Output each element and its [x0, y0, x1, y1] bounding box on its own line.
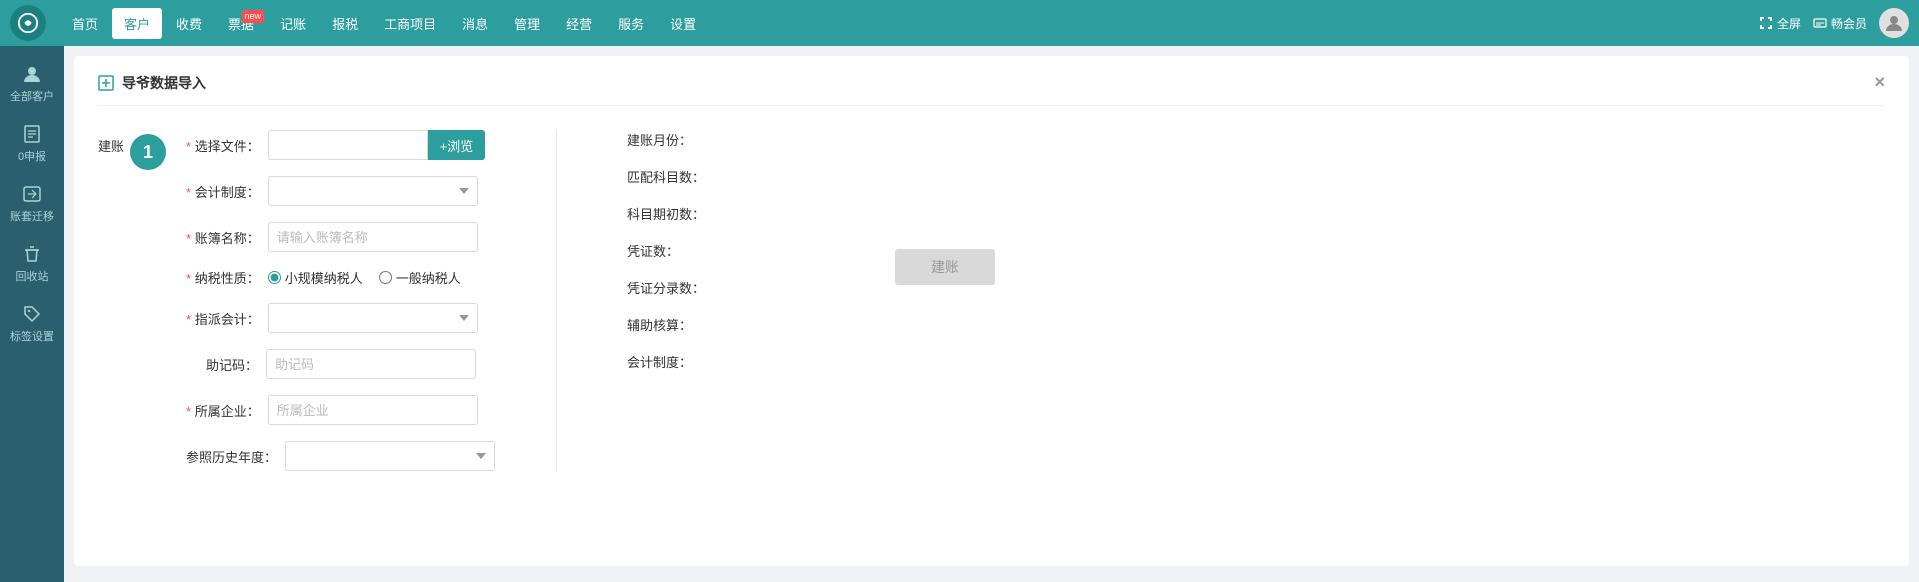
close-button[interactable]: × [1874, 72, 1885, 93]
nav-tax[interactable]: 报税 [320, 8, 370, 39]
nav-service[interactable]: 服务 [606, 8, 656, 39]
user-avatar[interactable] [1879, 8, 1909, 38]
ledger-name-label: * 账簿名称： [186, 228, 260, 247]
ledger-name-input[interactable] [268, 222, 478, 252]
auxiliary-row: 辅助核算： [627, 315, 835, 334]
nav-invoice[interactable]: 票据 new [216, 8, 266, 39]
right-col1: 凭证数： 凭证分录数： 辅助核算： [627, 241, 835, 371]
subject-period-label: 科目期初数： [627, 204, 707, 223]
file-input[interactable] [268, 130, 428, 160]
logo[interactable] [10, 5, 46, 41]
voucher-entries-row: 凭证分录数： [627, 278, 835, 297]
new-badge: new [242, 10, 265, 23]
tax-nature-label: * 纳税性质： [186, 268, 260, 287]
accountant-label: * 指派会计： [186, 309, 260, 328]
right-middle-section: 凭证数： 凭证分录数： 辅助核算： [627, 241, 1885, 371]
history-year-label: 参照历史年度： [186, 447, 277, 466]
sidebar-item-all-customers[interactable]: 全部客户 [0, 54, 64, 114]
history-year-select[interactable] [285, 441, 495, 471]
tax-radio-group: 小规模纳税人 一般纳税人 [268, 268, 461, 287]
nav-operation[interactable]: 经营 [554, 8, 604, 39]
step-badge: 1 [130, 134, 166, 170]
sidebar-label-tags: 标签设置 [10, 328, 54, 344]
company-label: * 所属企业： [186, 401, 260, 420]
nav-bookkeeping[interactable]: 记账 [268, 8, 318, 39]
panel-title-text: 导爷数据导入 [122, 73, 206, 93]
sidebar-label-trash: 回收站 [16, 268, 49, 284]
voucher-count-row: 凭证数： [627, 241, 835, 260]
file-row: * 选择文件： +浏览 [186, 130, 526, 160]
auxiliary-label: 辅助核算： [627, 315, 707, 334]
memo-code-row: 助记码： [186, 349, 526, 379]
top-navigation: 首页 客户 收费 票据 new 记账 报税 工商项目 消息 管理 经营 服务 设… [0, 0, 1919, 46]
info-section: 建账月份： 匹配科目数： 科目期初数： [627, 130, 1885, 371]
fullscreen-btn[interactable]: 全屏 [1759, 15, 1801, 32]
member-btn[interactable]: 畅会员 [1813, 15, 1867, 32]
ledger-name-row: * 账簿名称： [186, 222, 526, 252]
nav-settings[interactable]: 设置 [658, 8, 708, 39]
accountant-select[interactable] [268, 303, 478, 333]
build-month-label: 建账月份： [627, 130, 707, 149]
build-btn-section: 建账 [895, 249, 995, 285]
nav-manage[interactable]: 管理 [502, 8, 552, 39]
accounting-system-info-label: 会计制度： [627, 352, 707, 371]
subject-period-row: 科目期初数： [627, 204, 1885, 223]
history-year-row: 参照历史年度： [186, 441, 526, 471]
divider [556, 130, 557, 471]
match-subjects-label: 匹配科目数： [627, 167, 707, 186]
sidebar-item-zero-report[interactable]: 0申报 [0, 114, 64, 174]
build-month-row: 建账月份： [627, 130, 1885, 149]
sidebar-item-transfer[interactable]: 账套迁移 [0, 174, 64, 234]
sidebar-label-transfer: 账套迁移 [10, 208, 54, 224]
company-input[interactable] [268, 395, 478, 425]
nav-home[interactable]: 首页 [60, 8, 110, 39]
form-wrapper: 建账 1 * 选择文件： +浏览 [98, 130, 1885, 471]
nav-menu: 首页 客户 收费 票据 new 记账 报税 工商项目 消息 管理 经营 服务 设… [60, 8, 1759, 39]
match-subjects-row: 匹配科目数： [627, 167, 1885, 186]
file-input-group: +浏览 [268, 130, 486, 160]
accounting-system-select[interactable] [268, 176, 478, 206]
build-label: 建账 [98, 136, 124, 155]
panel-header: 导爷数据导入 × [98, 72, 1885, 106]
sidebar-label-zero-report: 0申报 [18, 148, 46, 164]
voucher-entries-label: 凭证分录数： [627, 278, 707, 297]
nav-right: 全屏 畅会员 [1759, 8, 1909, 38]
sidebar: 全部客户 0申报 账套迁移 回收站 [0, 46, 64, 582]
browse-button[interactable]: +浏览 [428, 130, 486, 160]
sidebar-label-all-customers: 全部客户 [10, 88, 54, 104]
main-content: 导爷数据导入 × 建账 1 * 选择文 [64, 46, 1919, 582]
nav-fee[interactable]: 收费 [164, 8, 214, 39]
form-section: * 选择文件： +浏览 * 会计制度： [186, 130, 526, 471]
accounting-system-info-row: 会计制度： [627, 352, 835, 371]
nav-business[interactable]: 工商项目 [372, 8, 448, 39]
nav-customer[interactable]: 客户 [112, 8, 162, 39]
file-label: * 选择文件： [186, 136, 260, 155]
voucher-count-label: 凭证数： [627, 241, 707, 260]
tax-nature-row: * 纳税性质： 小规模纳税人 一般纳税人 [186, 268, 526, 287]
sidebar-item-tags[interactable]: 标签设置 [0, 294, 64, 354]
accounting-system-row: * 会计制度： [186, 176, 526, 206]
page-panel: 导爷数据导入 × 建账 1 * 选择文 [74, 56, 1909, 566]
memo-code-label: 助记码： [186, 355, 258, 374]
nav-message[interactable]: 消息 [450, 8, 500, 39]
tax-small-radio[interactable]: 小规模纳税人 [268, 268, 363, 287]
tax-general-radio[interactable]: 一般纳税人 [379, 268, 461, 287]
form-right: 建账月份： 匹配科目数： 科目期初数： [587, 130, 1885, 471]
accountant-row: * 指派会计： [186, 303, 526, 333]
build-button[interactable]: 建账 [895, 249, 995, 285]
sidebar-item-trash[interactable]: 回收站 [0, 234, 64, 294]
company-row: * 所属企业： [186, 395, 526, 425]
memo-code-input[interactable] [266, 349, 476, 379]
form-left: 建账 1 * 选择文件： +浏览 [98, 130, 526, 471]
accounting-system-label: * 会计制度： [186, 182, 260, 201]
main-layout: 全部客户 0申报 账套迁移 回收站 [0, 46, 1919, 582]
